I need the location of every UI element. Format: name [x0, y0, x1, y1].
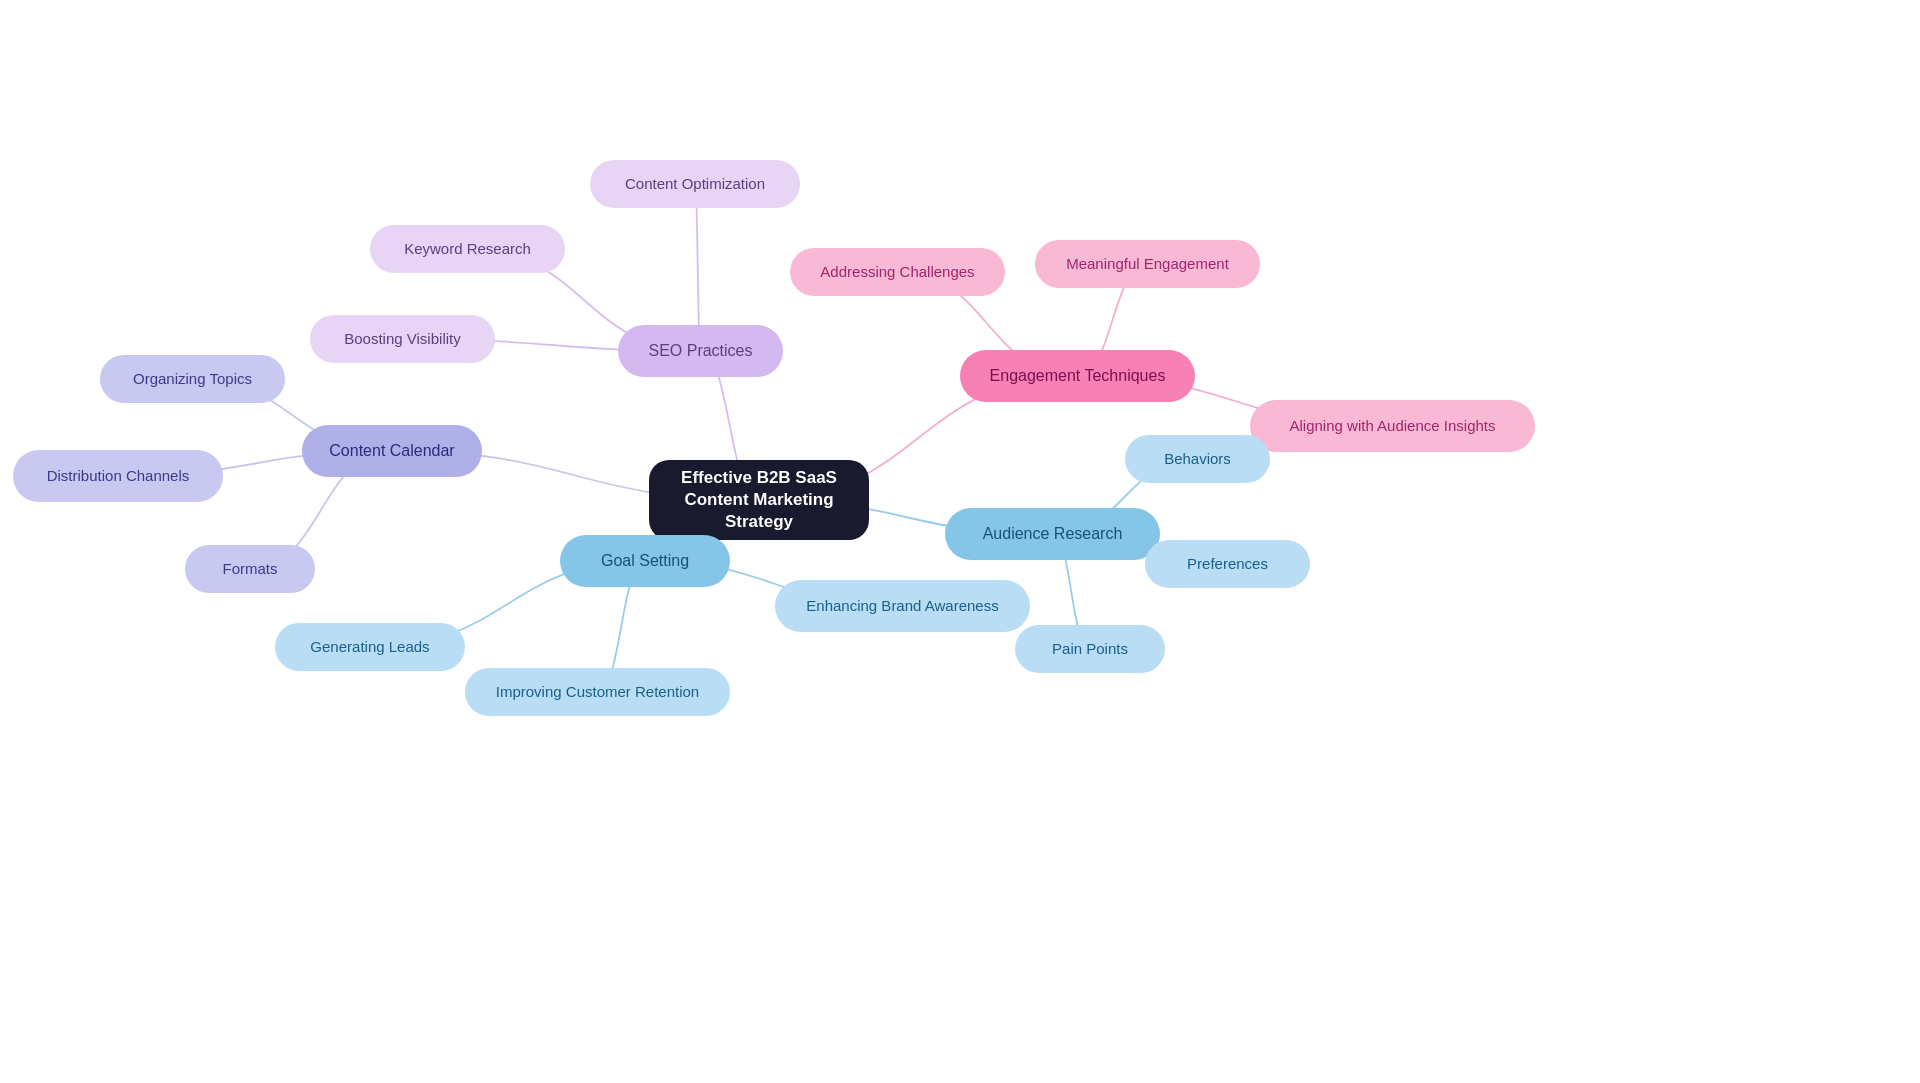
pain-points-node[interactable]: Pain Points — [1015, 625, 1165, 673]
engagement-techniques-label: Engagement Techniques — [990, 366, 1166, 387]
generating-leads-node[interactable]: Generating Leads — [275, 623, 465, 671]
boosting-visibility-node[interactable]: Boosting Visibility — [310, 315, 495, 363]
seo-practices-label: SEO Practices — [648, 341, 752, 362]
distribution-channels-label: Distribution Channels — [47, 466, 190, 486]
content-calendar-label: Content Calendar — [329, 441, 454, 462]
meaningful-engagement-node[interactable]: Meaningful Engagement — [1035, 240, 1260, 288]
enhancing-brand-node[interactable]: Enhancing Brand Awareness — [775, 580, 1030, 632]
center-node: Effective B2B SaaS Content Marketing Str… — [649, 460, 869, 540]
center-label: Effective B2B SaaS Content Marketing Str… — [671, 467, 847, 533]
audience-research-label: Audience Research — [983, 524, 1123, 545]
keyword-research-node[interactable]: Keyword Research — [370, 225, 565, 273]
distribution-channels-node[interactable]: Distribution Channels — [13, 450, 223, 502]
meaningful-engagement-label: Meaningful Engagement — [1066, 254, 1229, 274]
content-calendar-node[interactable]: Content Calendar — [302, 425, 482, 477]
content-optimization-label: Content Optimization — [625, 174, 765, 194]
aligning-audience-label: Aligning with Audience Insights — [1290, 416, 1496, 436]
organizing-topics-node[interactable]: Organizing Topics — [100, 355, 285, 403]
goal-setting-label: Goal Setting — [601, 551, 689, 572]
content-optimization-node[interactable]: Content Optimization — [590, 160, 800, 208]
pain-points-label: Pain Points — [1052, 639, 1128, 659]
preferences-node[interactable]: Preferences — [1145, 540, 1310, 588]
organizing-topics-label: Organizing Topics — [133, 369, 252, 389]
enhancing-brand-label: Enhancing Brand Awareness — [806, 596, 998, 616]
formats-label: Formats — [222, 559, 277, 579]
behaviors-label: Behaviors — [1164, 449, 1231, 469]
keyword-research-label: Keyword Research — [404, 239, 531, 259]
behaviors-node[interactable]: Behaviors — [1125, 435, 1270, 483]
audience-research-node[interactable]: Audience Research — [945, 508, 1160, 560]
addressing-challenges-label: Addressing Challenges — [820, 262, 974, 282]
improving-retention-label: Improving Customer Retention — [496, 682, 699, 702]
boosting-visibility-label: Boosting Visibility — [344, 329, 460, 349]
formats-node[interactable]: Formats — [185, 545, 315, 593]
addressing-challenges-node[interactable]: Addressing Challenges — [790, 248, 1005, 296]
aligning-audience-node[interactable]: Aligning with Audience Insights — [1250, 400, 1535, 452]
generating-leads-label: Generating Leads — [310, 637, 429, 657]
seo-practices-node[interactable]: SEO Practices — [618, 325, 783, 377]
preferences-label: Preferences — [1187, 554, 1268, 574]
engagement-techniques-node[interactable]: Engagement Techniques — [960, 350, 1195, 402]
improving-retention-node[interactable]: Improving Customer Retention — [465, 668, 730, 716]
goal-setting-node[interactable]: Goal Setting — [560, 535, 730, 587]
